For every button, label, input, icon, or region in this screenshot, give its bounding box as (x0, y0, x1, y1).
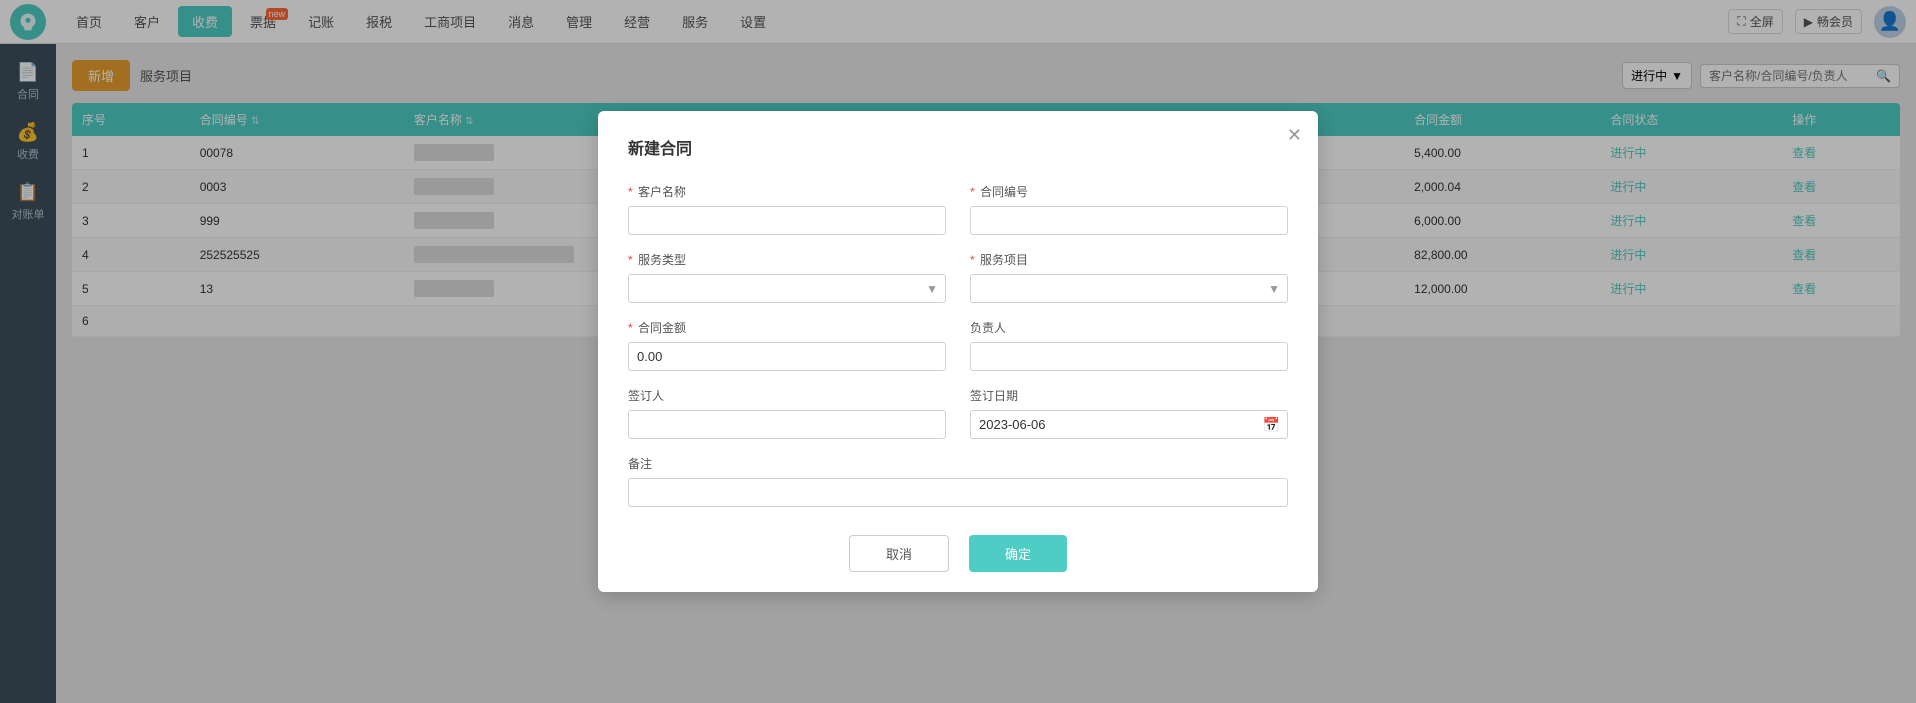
required-mark: * (628, 185, 633, 199)
label-notes: 备注 (628, 455, 1288, 472)
field-signer: 签订人 (628, 387, 946, 439)
cancel-button[interactable]: 取消 (849, 535, 949, 572)
field-sign-date: 签订日期 📅 (970, 387, 1288, 439)
field-notes: 备注 (628, 455, 1288, 507)
required-mark: * (970, 253, 975, 267)
input-contract-amount[interactable] (628, 342, 946, 371)
date-wrap: 📅 (970, 410, 1288, 439)
label-sign-date: 签订日期 (970, 387, 1288, 404)
select-wrap-service-type: ▼ (628, 274, 946, 303)
required-mark: * (628, 253, 633, 267)
label-customer-name: * 客户名称 (628, 183, 946, 200)
dialog-footer: 取消 确定 (628, 535, 1288, 572)
field-contract-amount: * 合同金额 (628, 319, 946, 371)
label-contract-no: * 合同编号 (970, 183, 1288, 200)
required-mark: * (628, 321, 633, 335)
field-service-item: * 服务项目 ▼ (970, 251, 1288, 303)
select-wrap-service-item: ▼ (970, 274, 1288, 303)
select-service-item[interactable] (970, 274, 1288, 303)
field-responsible: 负责人 (970, 319, 1288, 371)
label-contract-amount: * 合同金额 (628, 319, 946, 336)
dialog-close-button[interactable]: ✕ (1287, 125, 1302, 146)
label-service-type: * 服务类型 (628, 251, 946, 268)
input-sign-date[interactable] (970, 410, 1288, 439)
label-responsible: 负责人 (970, 319, 1288, 336)
input-responsible[interactable] (970, 342, 1288, 371)
label-signer: 签订人 (628, 387, 946, 404)
dialog-title: 新建合同 (628, 135, 1288, 159)
new-contract-dialog: 新建合同 ✕ * 客户名称 * 合同编号 (598, 111, 1318, 592)
select-service-type[interactable] (628, 274, 946, 303)
label-service-item: * 服务项目 (970, 251, 1288, 268)
input-notes[interactable] (628, 478, 1288, 507)
required-mark: * (970, 185, 975, 199)
input-signer[interactable] (628, 410, 946, 439)
field-contract-no: * 合同编号 (970, 183, 1288, 235)
field-customer-name: * 客户名称 (628, 183, 946, 235)
confirm-button[interactable]: 确定 (969, 535, 1067, 572)
field-service-type: * 服务类型 ▼ (628, 251, 946, 303)
dialog-form: * 客户名称 * 合同编号 * 服务类型 (628, 183, 1288, 507)
input-contract-no[interactable] (970, 206, 1288, 235)
input-customer-name[interactable] (628, 206, 946, 235)
modal-overlay: 新建合同 ✕ * 客户名称 * 合同编号 (0, 0, 1916, 703)
